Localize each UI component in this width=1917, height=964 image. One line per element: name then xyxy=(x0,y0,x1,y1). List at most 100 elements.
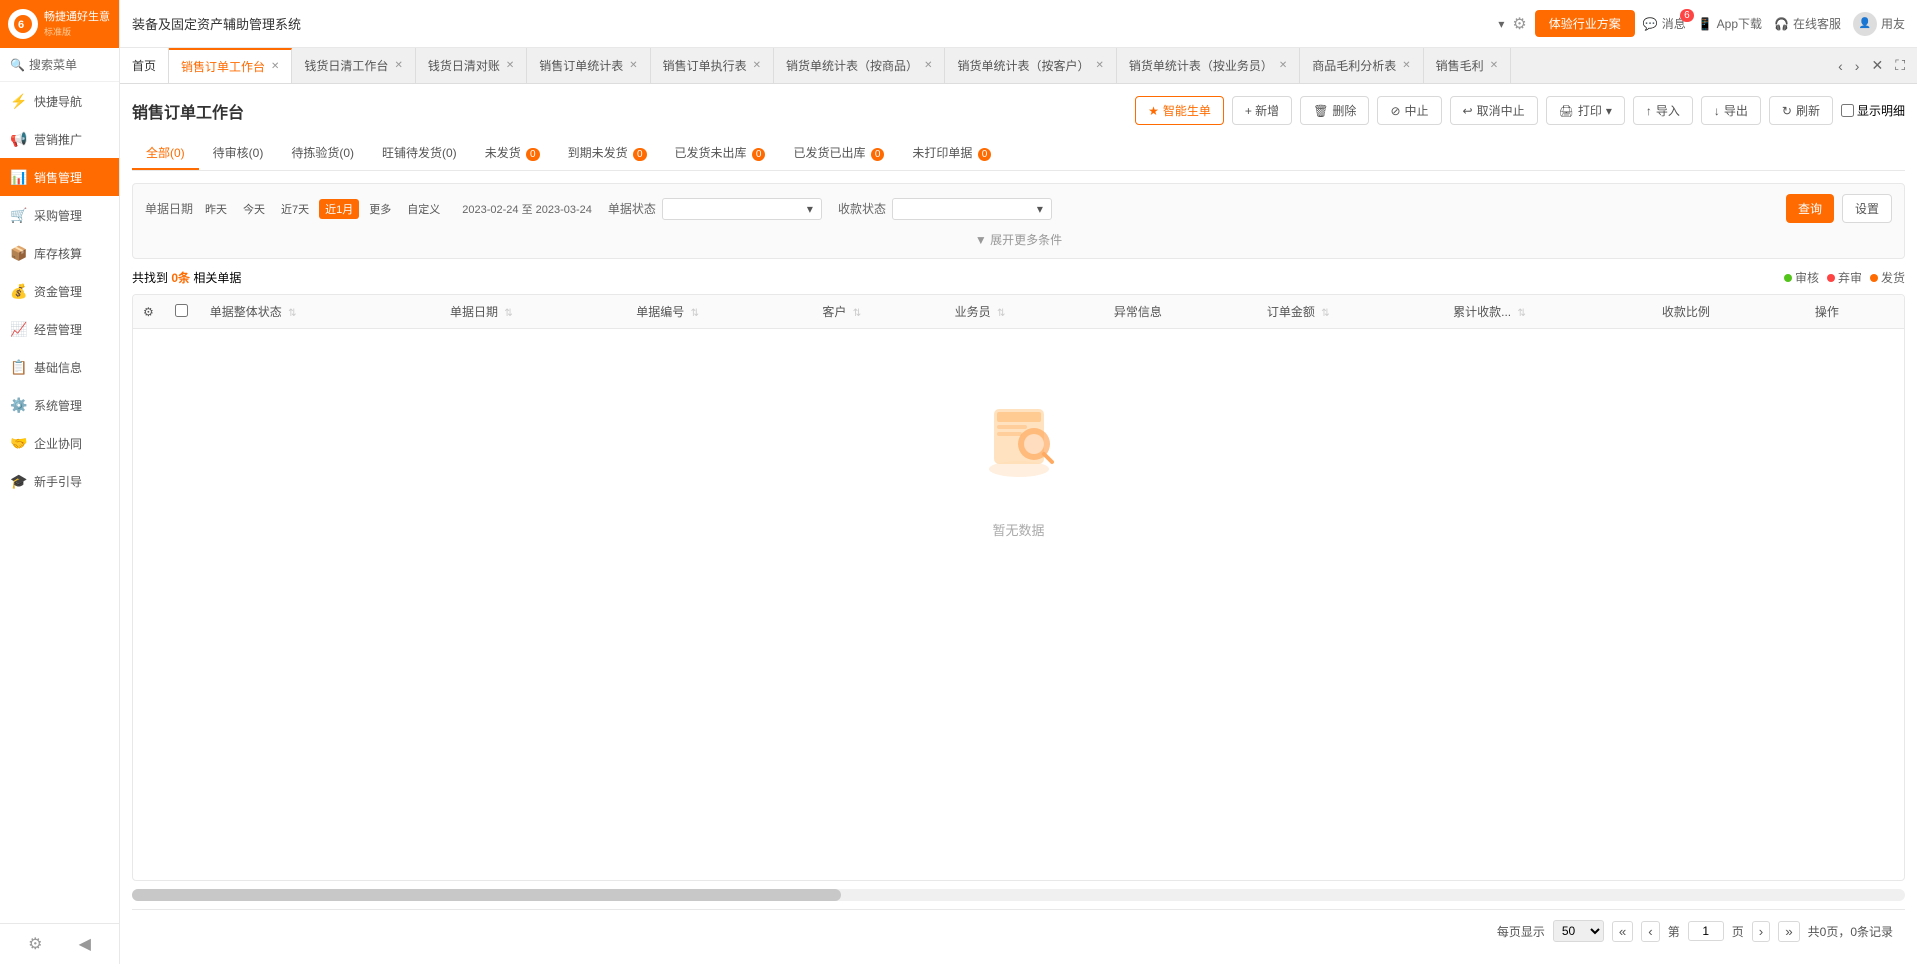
sort-date-icon: ⇅ xyxy=(504,308,512,319)
date-btn-7days[interactable]: 近7天 xyxy=(275,199,315,219)
tab-sale-product[interactable]: 销货单统计表（按商品） ✕ xyxy=(774,48,945,84)
subtab-shipped-out[interactable]: 已发货已出库 0 xyxy=(779,137,898,170)
page-size-select[interactable]: 50 100 200 xyxy=(1553,920,1604,942)
col-settings[interactable]: ⚙ xyxy=(133,295,164,329)
stop-btn[interactable]: ⊘ 中止 xyxy=(1377,96,1441,125)
sidebar-item-basic[interactable]: 📋 基础信息 xyxy=(0,348,119,386)
col-customer[interactable]: 客户 ⇅ xyxy=(812,295,944,329)
col-status[interactable]: 单据整体状态 ⇅ xyxy=(200,295,440,329)
sidebar-item-system[interactable]: ⚙️ 系统管理 xyxy=(0,386,119,424)
sidebar-item-search[interactable]: 🔍 搜索菜单 xyxy=(0,48,119,82)
sidebar-item-finance[interactable]: 💰 资金管理 xyxy=(0,272,119,310)
tab-home[interactable]: 首页 xyxy=(120,48,169,84)
tab-cash-daily[interactable]: 钱货日清工作台 ✕ xyxy=(292,48,415,84)
import-btn[interactable]: ↑ 导入 xyxy=(1633,96,1693,125)
online-service-btn[interactable]: 🎧 在线客服 xyxy=(1774,15,1841,32)
tab-sale-customer-close[interactable]: ✕ xyxy=(1095,60,1103,71)
sidebar-item-marketing[interactable]: 📢 营销推广 xyxy=(0,120,119,158)
query-btn[interactable]: 查询 xyxy=(1786,194,1834,223)
subtab-wangpu-ship[interactable]: 旺铺待发货(0) xyxy=(368,137,471,170)
tab-sales-profit-close[interactable]: ✕ xyxy=(1490,60,1498,71)
message-btn[interactable]: 💬 6 消息 xyxy=(1643,15,1686,32)
user-menu[interactable]: 👤 用友 xyxy=(1853,12,1905,36)
sidebar-item-operations[interactable]: 📈 经营管理 xyxy=(0,310,119,348)
tab-sale-product-close[interactable]: ✕ xyxy=(924,60,932,71)
cancel-stop-btn[interactable]: ↩ 取消中止 xyxy=(1450,96,1538,125)
tab-gross-margin[interactable]: 商品毛利分析表 ✕ xyxy=(1300,48,1423,84)
print-btn[interactable]: 🖨 打印 ▾ xyxy=(1546,96,1625,125)
date-btn-yesterday[interactable]: 昨天 xyxy=(199,199,233,219)
experience-btn[interactable]: 体验行业方案 xyxy=(1535,10,1635,37)
tab-sales-profit[interactable]: 销售毛利 ✕ xyxy=(1424,48,1511,84)
payment-select[interactable]: ▾ xyxy=(892,198,1052,220)
delete-btn[interactable]: 🗑 删除 xyxy=(1300,96,1369,125)
tab-sales-exec-close[interactable]: ✕ xyxy=(753,60,761,71)
col-number[interactable]: 单据编号 ⇅ xyxy=(626,295,812,329)
col-status-label: 单据整体状态 xyxy=(210,305,282,319)
tab-sales-stats-close[interactable]: ✕ xyxy=(629,60,637,71)
sidebar-collapse-btn[interactable]: ◀ xyxy=(79,934,91,954)
status-select[interactable]: ▾ xyxy=(662,198,822,220)
system-dropdown[interactable]: ▾ xyxy=(1498,17,1504,31)
ship-batch-btn[interactable]: 发货 xyxy=(1870,269,1905,286)
smart-create-btn[interactable]: ★ 智能生单 xyxy=(1135,96,1224,125)
expand-conditions-btn[interactable]: ▼ 展开更多条件 xyxy=(145,231,1892,248)
show-detail-checkbox-label[interactable]: 显示明细 xyxy=(1841,102,1905,119)
tab-sales-workbench[interactable]: 销售订单工作台 ✕ xyxy=(169,48,292,84)
tab-cash-daily-close[interactable]: ✕ xyxy=(394,60,402,71)
subtab-pending-inspect[interactable]: 待拣验货(0) xyxy=(277,137,368,170)
tab-sale-staff-close[interactable]: ✕ xyxy=(1279,60,1287,71)
date-btn-custom[interactable]: 自定义 xyxy=(401,199,446,219)
subtab-not-shipped[interactable]: 未发货 0 xyxy=(471,137,554,170)
sidebar-item-inventory[interactable]: 📦 库存核算 xyxy=(0,234,119,272)
add-btn[interactable]: + 新增 xyxy=(1232,96,1292,125)
tab-sales-exec[interactable]: 销售订单执行表 ✕ xyxy=(651,48,774,84)
sidebar-item-sales[interactable]: 📊 销售管理 xyxy=(0,158,119,196)
subtab-expired-not-shipped[interactable]: 到期未发货 0 xyxy=(554,137,661,170)
col-date[interactable]: 单据日期 ⇅ xyxy=(440,295,626,329)
col-amount[interactable]: 订单金额 ⇅ xyxy=(1257,295,1443,329)
review-batch-btn[interactable]: 审核 xyxy=(1784,269,1819,286)
tab-gross-margin-close[interactable]: ✕ xyxy=(1402,60,1410,71)
page-input[interactable] xyxy=(1688,921,1724,941)
refresh-btn[interactable]: ↻ 刷新 xyxy=(1769,96,1833,125)
tab-next-btn[interactable]: › xyxy=(1851,56,1864,76)
scrollbar-thumb[interactable] xyxy=(132,889,841,901)
topbar-gear-icon[interactable]: ⚙ xyxy=(1512,14,1526,34)
app-download-btn[interactable]: 📱 App下载 xyxy=(1698,15,1762,32)
sidebar-item-enterprise[interactable]: 🤝 企业协同 xyxy=(0,424,119,462)
sidebar-settings-btn[interactable]: ⚙ xyxy=(28,934,42,954)
show-detail-checkbox[interactable] xyxy=(1841,104,1854,117)
subtab-all[interactable]: 全部(0) xyxy=(132,137,199,170)
page-prev-btn[interactable]: ‹ xyxy=(1641,921,1659,942)
col-received[interactable]: 累计收款... ⇅ xyxy=(1443,295,1652,329)
tab-close-all-btn[interactable]: ✕ xyxy=(1867,55,1887,76)
subtab-pending-review[interactable]: 待审核(0) xyxy=(199,137,278,170)
col-ratio: 收款比例 xyxy=(1652,295,1805,329)
tab-sale-staff[interactable]: 销货单统计表（按业务员） ✕ xyxy=(1117,48,1300,84)
date-btn-today[interactable]: 今天 xyxy=(237,199,271,219)
tab-cash-account-close[interactable]: ✕ xyxy=(506,60,514,71)
settings-config-btn[interactable]: 设置 xyxy=(1842,194,1892,223)
tab-restore-btn[interactable]: ⛶ xyxy=(1891,55,1909,76)
page-last-btn[interactable]: » xyxy=(1778,921,1799,942)
page-next-btn[interactable]: › xyxy=(1752,921,1770,942)
date-btn-1month[interactable]: 近1月 xyxy=(319,199,359,219)
tab-sales-workbench-close[interactable]: ✕ xyxy=(271,61,279,72)
subtab-shipped-not-in[interactable]: 已发货未出库 0 xyxy=(661,137,780,170)
sidebar-item-purchase[interactable]: 🛒 采购管理 xyxy=(0,196,119,234)
cancel-review-batch-btn[interactable]: 弃审 xyxy=(1827,269,1862,286)
tab-sale-customer[interactable]: 销货单统计表（按客户） ✕ xyxy=(945,48,1116,84)
horizontal-scrollbar[interactable] xyxy=(132,889,1905,901)
sidebar-item-guide[interactable]: 🎓 新手引导 xyxy=(0,462,119,500)
tab-cash-account[interactable]: 钱货日清对账 ✕ xyxy=(416,48,527,84)
tab-prev-btn[interactable]: ‹ xyxy=(1834,56,1847,76)
tab-sales-stats[interactable]: 销售订单统计表 ✕ xyxy=(527,48,650,84)
col-staff[interactable]: 业务员 ⇅ xyxy=(945,295,1104,329)
page-first-btn[interactable]: « xyxy=(1612,921,1633,942)
subtab-not-printed[interactable]: 未打印单据 0 xyxy=(898,137,1005,170)
sidebar-item-quicknav[interactable]: ⚡ 快捷导航 xyxy=(0,82,119,120)
export-btn[interactable]: ↓ 导出 xyxy=(1701,96,1761,125)
select-all-checkbox[interactable] xyxy=(175,304,188,317)
date-btn-more[interactable]: 更多 xyxy=(363,199,397,219)
